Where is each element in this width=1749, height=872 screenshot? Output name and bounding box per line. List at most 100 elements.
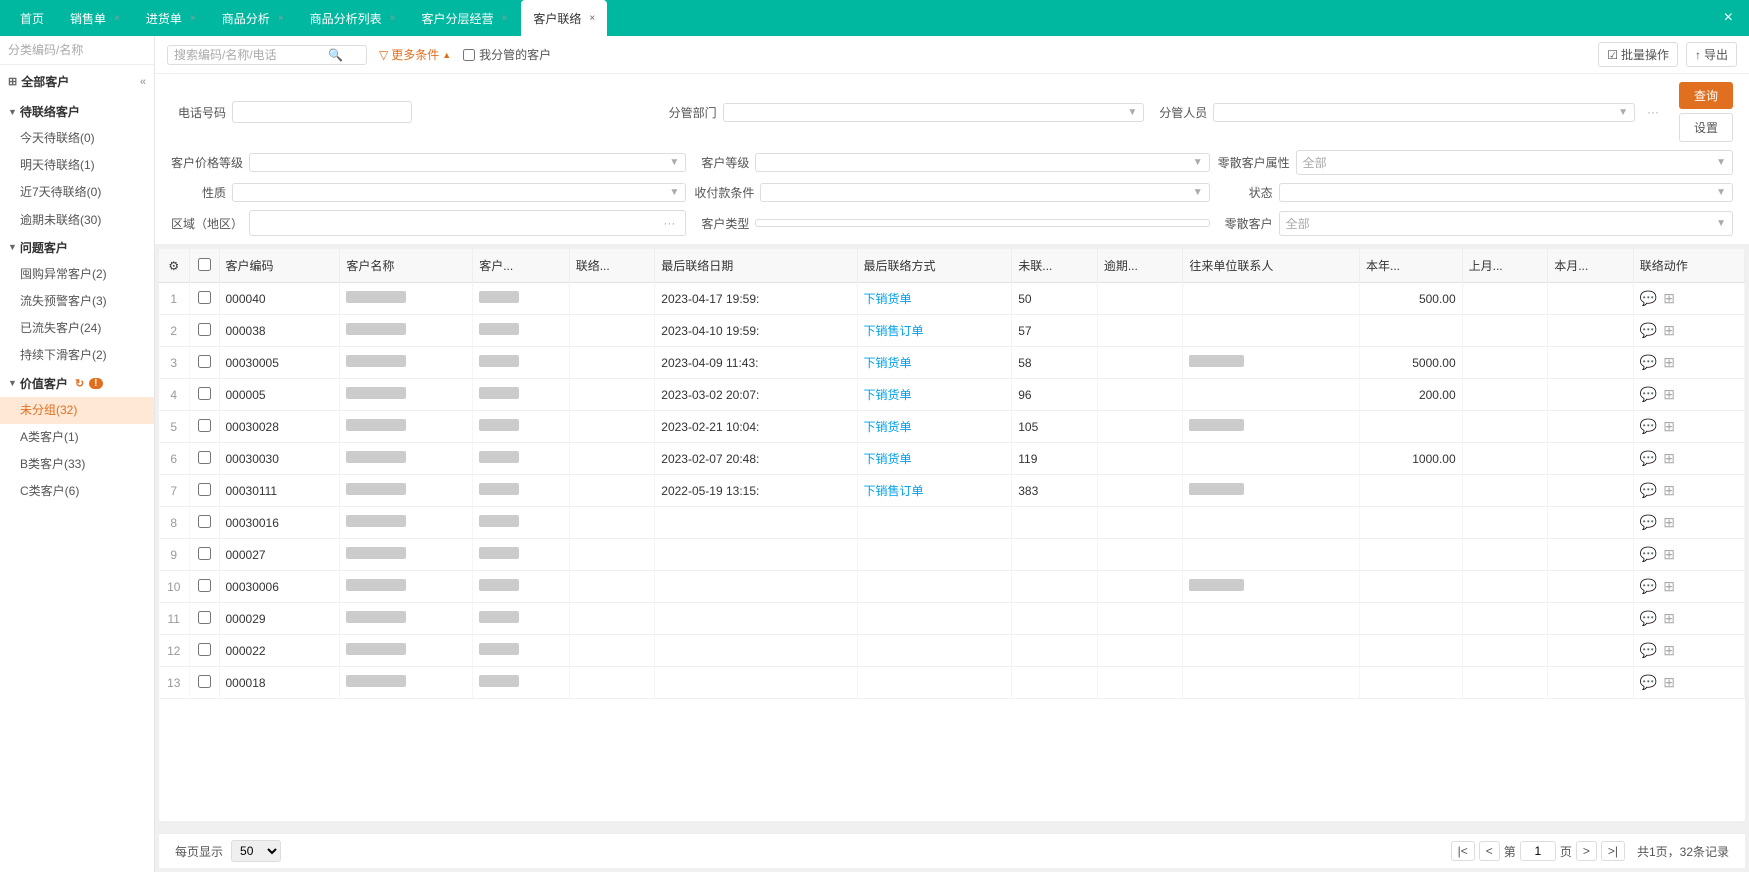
- td-check[interactable]: [189, 347, 219, 379]
- grid-action-icon[interactable]: ⊞: [1663, 482, 1675, 499]
- table-link[interactable]: 下销货单: [864, 356, 912, 370]
- export-button[interactable]: ↑ 导出: [1686, 42, 1737, 67]
- grid-action-icon[interactable]: ⊞: [1663, 642, 1675, 659]
- chat-icon[interactable]: 💬: [1640, 354, 1657, 371]
- tab-customer-tier-close[interactable]: ×: [501, 13, 507, 24]
- sidebar-item-class-b[interactable]: B类客户(33): [0, 451, 154, 478]
- table-link[interactable]: 下销货单: [864, 420, 912, 434]
- sidebar-search-input[interactable]: [8, 43, 155, 57]
- sidebar-item-class-c[interactable]: C类客户(6): [0, 478, 154, 505]
- tab-goods-analysis-list-close[interactable]: ×: [390, 13, 396, 24]
- last-page-btn[interactable]: >|: [1601, 841, 1625, 861]
- sidebar-section-value[interactable]: ▼ 价值客户 ↻ !: [0, 370, 154, 397]
- tab-goods-analysis[interactable]: 商品分析 ×: [210, 0, 296, 36]
- table-link[interactable]: 下销售订单: [864, 484, 924, 498]
- td-check[interactable]: [189, 283, 219, 315]
- grid-action-icon[interactable]: ⊞: [1663, 674, 1675, 691]
- main-search-icon[interactable]: 🔍: [328, 48, 343, 62]
- my-customers-checkbox[interactable]: 我分管的客户: [463, 46, 551, 63]
- grid-action-icon[interactable]: ⊞: [1663, 450, 1675, 467]
- query-button[interactable]: 查询: [1679, 82, 1733, 109]
- filter-select-scatter[interactable]: 全部 ▼: [1279, 211, 1733, 236]
- th-check[interactable]: [189, 249, 219, 283]
- td-check[interactable]: [189, 539, 219, 571]
- sidebar-item-churned[interactable]: 已流失客户(24): [0, 315, 154, 342]
- filter-select-payment[interactable]: ▼: [760, 183, 1209, 202]
- next-page-btn[interactable]: >: [1576, 841, 1597, 861]
- sidebar-all-customers[interactable]: ⊞ 全部客户 «: [0, 65, 154, 98]
- td-check[interactable]: [189, 475, 219, 507]
- tab-home[interactable]: 首页: [8, 0, 56, 36]
- prev-page-btn[interactable]: <: [1479, 841, 1500, 861]
- select-all-checkbox[interactable]: [198, 258, 211, 271]
- sidebar-collapse-icon[interactable]: «: [140, 76, 146, 88]
- chat-icon[interactable]: 💬: [1640, 610, 1657, 627]
- sidebar-item-churn-warn[interactable]: 流失预警客户(3): [0, 288, 154, 315]
- sidebar-section-problem[interactable]: ▼ 问题客户: [0, 234, 154, 261]
- sidebar-item-class-a[interactable]: A类客户(1): [0, 424, 154, 451]
- td-check[interactable]: [189, 411, 219, 443]
- sidebar-item-unclassified[interactable]: 未分组(32): [0, 397, 154, 424]
- filter-select-scatter-attr[interactable]: 全部 ▼: [1296, 150, 1733, 175]
- chat-icon[interactable]: 💬: [1640, 322, 1657, 339]
- filter-select-status[interactable]: ▼: [1279, 183, 1733, 202]
- tab-sales[interactable]: 销售单 ×: [58, 0, 132, 36]
- tab-purchase-close[interactable]: ×: [190, 13, 196, 24]
- td-check[interactable]: [189, 315, 219, 347]
- grid-action-icon[interactable]: ⊞: [1663, 386, 1675, 403]
- tab-goods-analysis-close[interactable]: ×: [278, 13, 284, 24]
- sidebar-item-tomorrow[interactable]: 明天待联络(1): [0, 152, 154, 179]
- filter-select-nature[interactable]: ▼: [232, 183, 686, 202]
- sidebar-item-declining[interactable]: 持续下滑客户(2): [0, 342, 154, 369]
- main-search-input[interactable]: [174, 48, 324, 62]
- filter-select-region[interactable]: ···: [249, 210, 686, 236]
- grid-action-icon[interactable]: ⊞: [1663, 578, 1675, 595]
- my-customers-check[interactable]: [463, 49, 475, 61]
- grid-action-icon[interactable]: ⊞: [1663, 418, 1675, 435]
- page-size-select[interactable]: 50 100: [231, 840, 281, 862]
- tab-customer-contact[interactable]: 客户联络 ×: [521, 0, 607, 36]
- settings-icon[interactable]: ⚙: [168, 259, 179, 273]
- chat-icon[interactable]: 💬: [1640, 418, 1657, 435]
- table-link[interactable]: 下销货单: [864, 388, 912, 402]
- table-link[interactable]: 下销货单: [864, 292, 912, 306]
- more-conditions-btn[interactable]: ▽ 更多条件 ▲: [379, 46, 451, 63]
- grid-action-icon[interactable]: ⊞: [1663, 354, 1675, 371]
- table-link[interactable]: 下销售订单: [864, 324, 924, 338]
- chat-icon[interactable]: 💬: [1640, 578, 1657, 595]
- tab-goods-analysis-list[interactable]: 商品分析列表 ×: [298, 0, 408, 36]
- chat-icon[interactable]: 💬: [1640, 450, 1657, 467]
- filter-select-dept[interactable]: ▼: [723, 103, 1145, 122]
- tab-sales-close[interactable]: ×: [114, 13, 120, 24]
- filter-select-price-level[interactable]: ▼: [249, 153, 686, 172]
- filter-select-customer-level[interactable]: ▼: [755, 153, 1209, 172]
- tab-customer-contact-close[interactable]: ×: [589, 13, 595, 24]
- td-check[interactable]: [189, 571, 219, 603]
- sidebar-item-abnormal[interactable]: 囤购异常客户(2): [0, 261, 154, 288]
- chat-icon[interactable]: 💬: [1640, 514, 1657, 531]
- td-check[interactable]: [189, 507, 219, 539]
- grid-action-icon[interactable]: ⊞: [1663, 610, 1675, 627]
- table-link[interactable]: 下销货单: [864, 452, 912, 466]
- dots-region[interactable]: ···: [659, 214, 679, 232]
- sidebar-item-7days[interactable]: 近7天待联络(0): [0, 179, 154, 206]
- td-check[interactable]: [189, 635, 219, 667]
- th-gear[interactable]: ⚙: [159, 249, 189, 283]
- sidebar-item-today[interactable]: 今天待联络(0): [0, 125, 154, 152]
- tab-purchase[interactable]: 进货单 ×: [134, 0, 208, 36]
- sidebar-item-overdue[interactable]: 逾期未联络(30): [0, 207, 154, 234]
- grid-action-icon[interactable]: ⊞: [1663, 322, 1675, 339]
- batch-op-button[interactable]: ☑ 批量操作: [1598, 42, 1678, 67]
- td-check[interactable]: [189, 603, 219, 635]
- chat-icon[interactable]: 💬: [1640, 546, 1657, 563]
- td-check[interactable]: [189, 667, 219, 699]
- sidebar-section-pending[interactable]: ▼ 待联络客户: [0, 98, 154, 125]
- reload-icon[interactable]: ↻: [75, 377, 84, 390]
- chat-icon[interactable]: 💬: [1640, 290, 1657, 307]
- close-window-icon[interactable]: ×: [1716, 9, 1741, 26]
- tab-customer-tier[interactable]: 客户分层经营 ×: [409, 0, 519, 36]
- scrollbar[interactable]: [159, 825, 1745, 833]
- chat-icon[interactable]: 💬: [1640, 642, 1657, 659]
- reset-button[interactable]: 设置: [1679, 113, 1733, 142]
- chat-icon[interactable]: 💬: [1640, 482, 1657, 499]
